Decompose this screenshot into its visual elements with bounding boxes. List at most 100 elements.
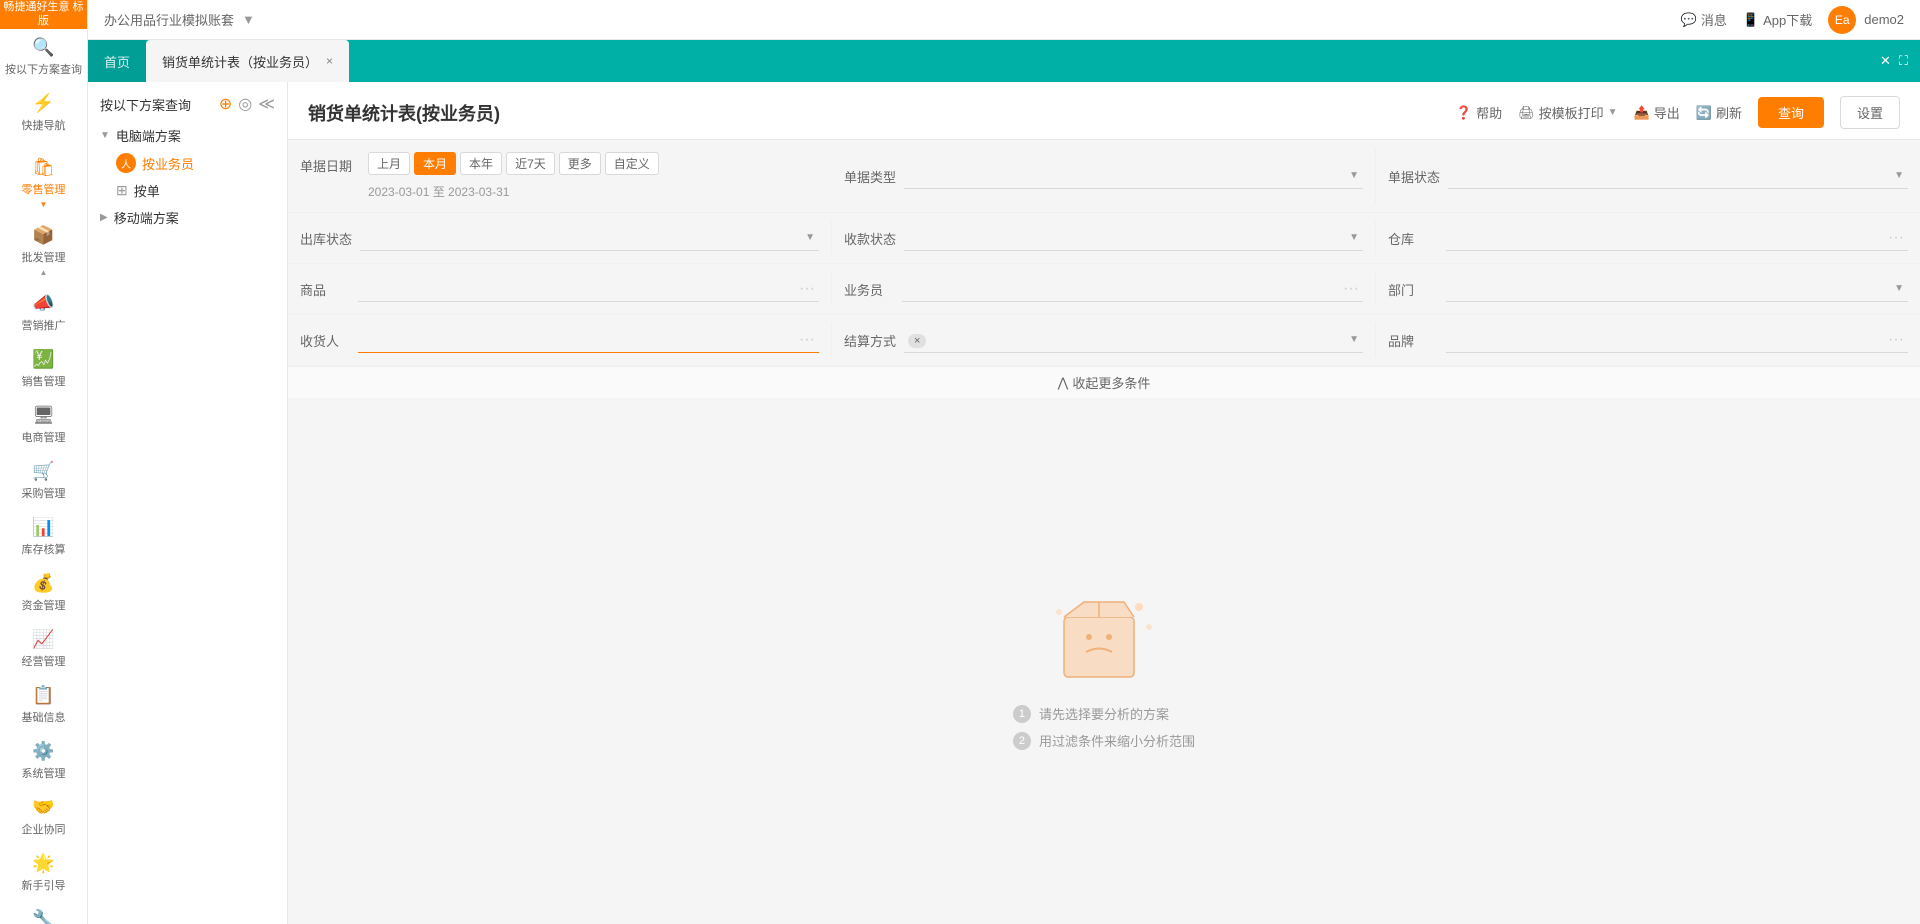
settlement-cell: 结算方式 × ▼ xyxy=(832,323,1376,357)
tree-pc-section[interactable]: ▼ 电脑端方案 xyxy=(88,122,287,149)
order-icon: ⊞ xyxy=(116,182,128,199)
date-filter-bar: 上月 本月 本年 近7天 更多 自定义 xyxy=(368,152,659,175)
warehouse-value[interactable]: ··· xyxy=(1446,225,1908,251)
enterprise-icon: 🤝 xyxy=(32,797,54,818)
sidebar: 畅捷通好生意 标版 🔍 按以下方案查询 ⚡ 快捷导航 🛍 零售管理 ▼ 📦 批发… xyxy=(0,0,88,924)
print-btn[interactable]: 🖨 按模板打印 ▼ xyxy=(1518,103,1617,122)
app-download-label: App下载 xyxy=(1763,10,1812,29)
export-btn[interactable]: 📤 导出 xyxy=(1634,103,1680,122)
app-download-btn[interactable]: 📱 App下载 xyxy=(1743,10,1812,29)
retail-icon: 🛍 xyxy=(32,157,55,178)
date-filter-label: 单据日期 xyxy=(300,156,352,175)
empty-illustration xyxy=(1034,572,1174,692)
dept-label: 部门 xyxy=(1388,280,1438,299)
operations-label: 经营管理 xyxy=(22,653,66,669)
home-tab-label: 首页 xyxy=(104,52,130,71)
sidebar-item-retail[interactable]: 🛍 零售管理 ▼ xyxy=(0,149,87,217)
wholesale-icon: 📦 xyxy=(32,225,54,246)
dept-dropdown-icon: ▼ xyxy=(1894,283,1904,294)
operations-icon: 📈 xyxy=(32,629,54,650)
filter-row-1: 单据日期 上月 本月 本年 近7天 更多 自定义 2023-03-0 xyxy=(288,140,1920,213)
sidebar-logo[interactable]: 畅捷通好生意 标版 xyxy=(0,0,88,29)
goods-value[interactable]: ··· xyxy=(358,276,819,302)
settings-button[interactable]: 设置 xyxy=(1840,96,1900,129)
tab-maximize-icon[interactable]: ⛶ xyxy=(1899,53,1908,69)
top-title: 办公用品行业模拟账套 xyxy=(104,10,234,29)
tree-mobile-section[interactable]: ▶ 移动端方案 xyxy=(88,204,287,231)
payment-status-value[interactable]: ▼ xyxy=(904,225,1363,251)
payment-status-label: 收款状态 xyxy=(844,229,896,248)
tree-item-salesperson[interactable]: 人 按业务员 xyxy=(88,149,287,177)
tree-item-order[interactable]: ⊞ 按单 xyxy=(88,177,287,204)
doc-status-value[interactable]: ▼ xyxy=(1448,163,1908,189)
sidebar-item-newbie[interactable]: 🌟 新手引导 xyxy=(0,845,87,901)
refresh-btn[interactable]: 🔄 刷新 xyxy=(1696,103,1742,122)
inventory-label: 库存核算 xyxy=(22,541,66,557)
dropdown-arrow-top[interactable]: ▼ xyxy=(242,12,255,27)
salesperson-value[interactable]: ··· xyxy=(902,276,1363,302)
doc-type-label: 单据类型 xyxy=(844,167,896,186)
date-prev-month-btn[interactable]: 上月 xyxy=(368,152,410,175)
date-custom-btn[interactable]: 自定义 xyxy=(605,152,659,175)
dept-value[interactable]: ▼ xyxy=(1446,276,1908,302)
warehouse-label: 仓库 xyxy=(1388,229,1438,248)
help-btn[interactable]: ❓ 帮助 xyxy=(1456,103,1502,122)
sidebar-item-purchase[interactable]: 🛒 采购管理 xyxy=(0,453,87,509)
sidebar-item-system[interactable]: ⚙️ 系统管理 xyxy=(0,733,87,789)
sidebar-item-appstore[interactable]: 🔧 应用中心 xyxy=(0,901,87,924)
system-label: 系统管理 xyxy=(22,765,66,781)
filter-row-4: 收货人 ··· 结算方式 × ▼ xyxy=(288,315,1920,366)
settlement-x-btn[interactable]: × xyxy=(908,332,926,347)
sidebar-item-basics[interactable]: 📋 基础信息 xyxy=(0,677,87,733)
sidebar-item-finance[interactable]: 💰 资金管理 xyxy=(0,565,87,621)
date-more-btn[interactable]: 更多 xyxy=(559,152,601,175)
warehouse-cell: 仓库 ··· xyxy=(1376,221,1920,255)
sidebar-item-enterprise[interactable]: 🤝 企业协同 xyxy=(0,789,87,845)
sidebar-item-search[interactable]: 🔍 按以下方案查询 xyxy=(0,29,87,85)
tab-bar: 首页 销货单统计表（按业务员） × ✕ ⛶ xyxy=(88,40,1920,82)
sidebar-item-shortcuts[interactable]: ⚡ 快捷导航 xyxy=(0,85,87,141)
message-label: 消息 xyxy=(1701,10,1727,29)
date-7days-btn[interactable]: 近7天 xyxy=(506,152,555,175)
sidebar-item-wholesale[interactable]: 📦 批发管理 ▲ xyxy=(0,217,87,285)
panel-header: 按以下方案查询 ⊕ ◎ ≪ xyxy=(88,94,287,122)
goods-cell: 商品 ··· xyxy=(288,272,832,306)
settings-circle-icon[interactable]: ◎ xyxy=(238,94,252,114)
doc-status-label: 单据状态 xyxy=(1388,167,1440,186)
sidebar-item-marketing[interactable]: 📣 营销推广 xyxy=(0,285,87,341)
add-icon[interactable]: ⊕ xyxy=(219,94,232,114)
doc-type-value[interactable]: ▼ xyxy=(904,163,1363,189)
sidebar-item-sales[interactable]: 💹 销售管理 xyxy=(0,341,87,397)
tab-close-window-icon[interactable]: ✕ xyxy=(1880,53,1891,69)
brand-label: 品牌 xyxy=(1388,331,1438,350)
empty-steps: 1 请先选择要分析的方案 2 用过滤条件来缩小分析范围 xyxy=(1013,704,1195,750)
marketing-label: 营销推广 xyxy=(22,317,66,333)
collapse-btn[interactable]: ⋀ 收起更多条件 xyxy=(288,366,1920,398)
top-header-actions: 💬 消息 📱 App下载 Ea demo2 xyxy=(1681,6,1904,34)
sidebar-item-ecommerce[interactable]: 🖥 电商管理 xyxy=(0,397,87,453)
query-button[interactable]: 查询 xyxy=(1758,97,1824,128)
collapse-panel-icon[interactable]: ≪ xyxy=(258,94,275,114)
recipient-value[interactable]: ··· xyxy=(358,327,819,353)
mobile-section-label: 移动端方案 xyxy=(114,208,179,227)
system-icon: ⚙️ xyxy=(32,741,54,762)
doc-type-dropdown-icon: ▼ xyxy=(1349,170,1359,181)
recipient-label: 收货人 xyxy=(300,331,350,350)
left-panel: 按以下方案查询 ⊕ ◎ ≪ ▼ 电脑端方案 人 按业务员 ⊞ 按单 xyxy=(88,82,288,924)
stock-status-value[interactable]: ▼ xyxy=(360,225,819,251)
goods-label: 商品 xyxy=(300,280,350,299)
message-btn[interactable]: 💬 消息 xyxy=(1681,10,1727,29)
export-icon: 📤 xyxy=(1634,105,1650,121)
date-this-year-btn[interactable]: 本年 xyxy=(460,152,502,175)
refresh-icon: 🔄 xyxy=(1696,105,1712,121)
sidebar-item-operations[interactable]: 📈 经营管理 xyxy=(0,621,87,677)
salesperson-avatar: 人 xyxy=(116,153,136,173)
tab-home[interactable]: 首页 xyxy=(88,40,146,82)
inventory-icon: 📊 xyxy=(32,517,54,538)
user-info[interactable]: Ea demo2 xyxy=(1828,6,1904,34)
sidebar-item-inventory[interactable]: 📊 库存核算 xyxy=(0,509,87,565)
date-this-month-btn[interactable]: 本月 xyxy=(414,152,456,175)
brand-value[interactable]: ··· xyxy=(1446,327,1908,353)
tab-sales-stats[interactable]: 销货单统计表（按业务员） × xyxy=(146,40,349,82)
tab-close-btn[interactable]: × xyxy=(326,54,333,68)
